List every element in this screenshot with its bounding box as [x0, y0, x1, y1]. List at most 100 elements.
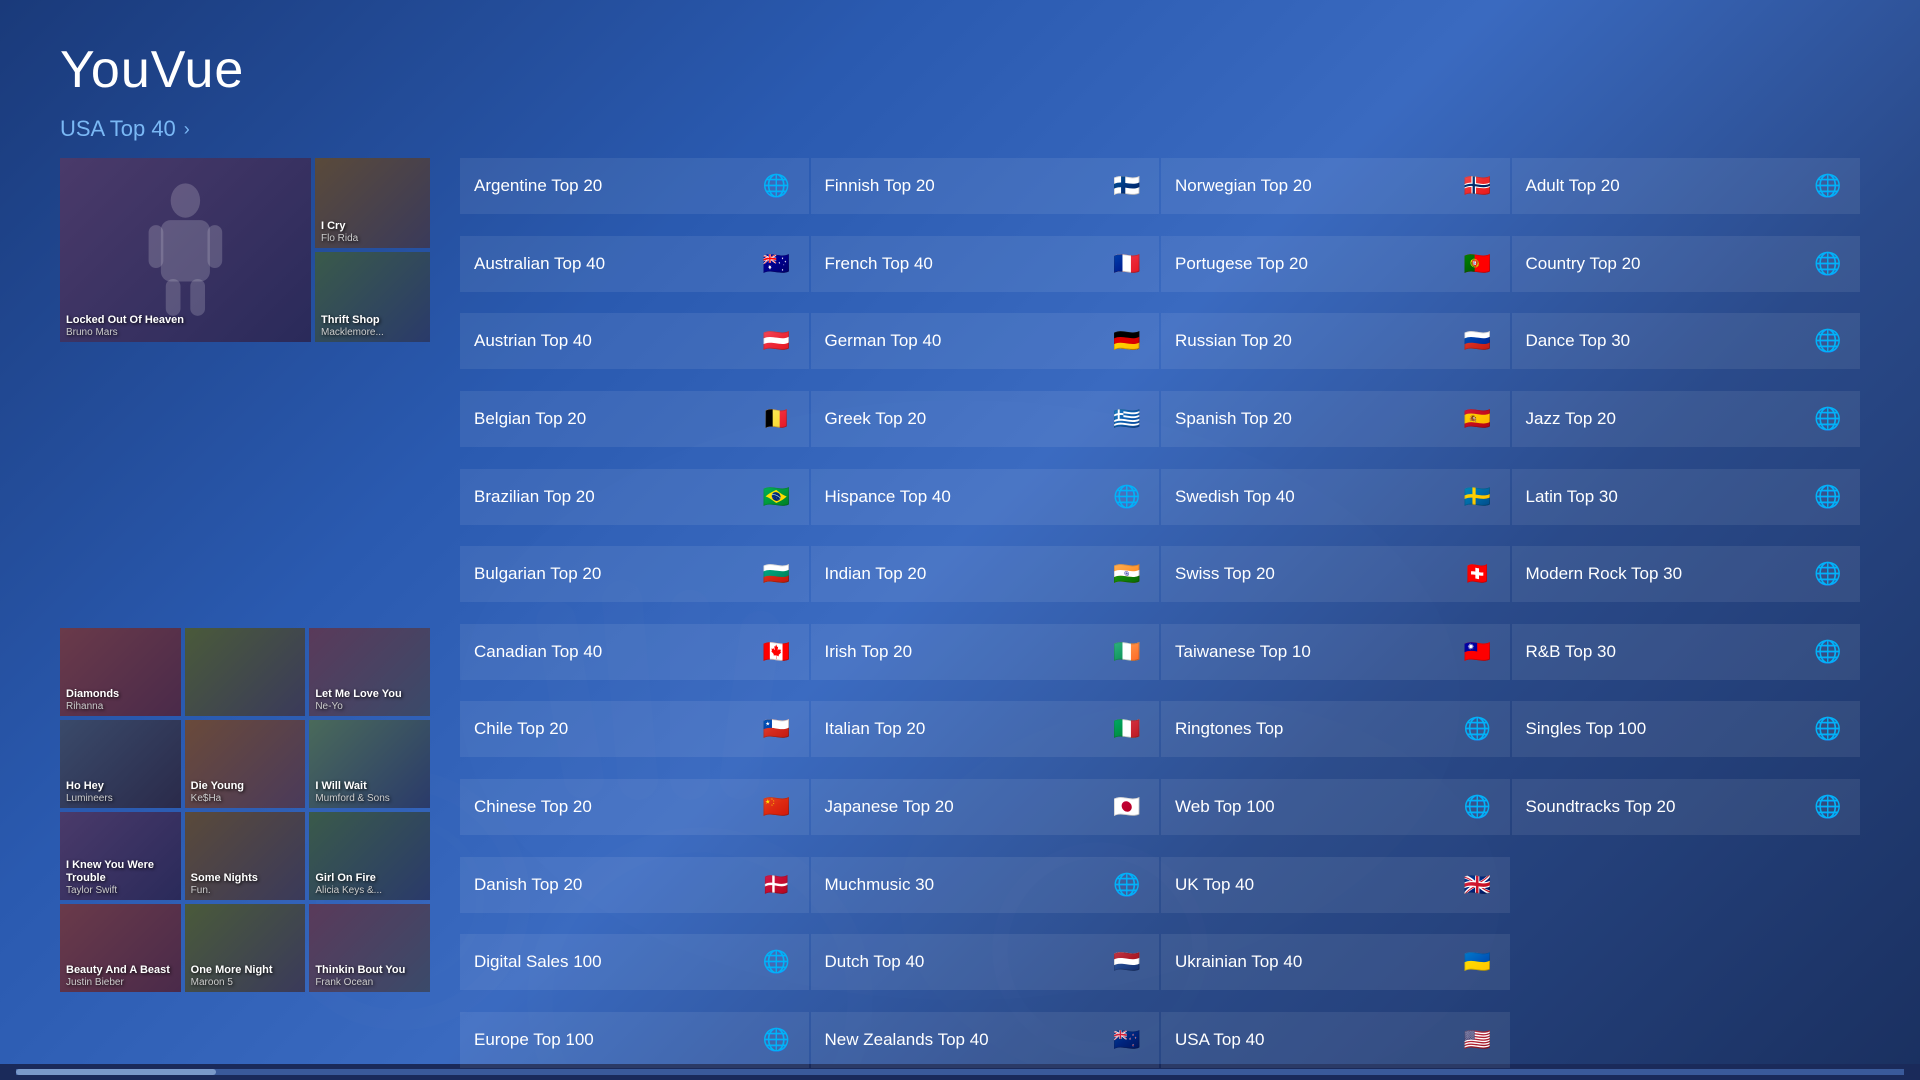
- chart-name: Europe Top 100: [474, 1030, 594, 1050]
- thumb-song: Diamonds: [66, 688, 175, 701]
- chart-item[interactable]: Belgian Top 20 🇧🇪: [460, 391, 809, 447]
- chart-item[interactable]: Country Top 20 🌐: [1512, 236, 1861, 292]
- thumbnail-grid: Locked Out Of Heaven Bruno Mars I Cry Fl…: [60, 158, 430, 624]
- thumbnail-item[interactable]: I Knew You Were Trouble Taylor Swift: [60, 812, 181, 900]
- section-header[interactable]: USA Top 40 ›: [60, 116, 1860, 142]
- chart-item[interactable]: Digital Sales 100 🌐: [460, 934, 809, 990]
- thumb-artist: Mumford & Sons: [315, 793, 424, 804]
- chart-name: Norwegian Top 20: [1175, 176, 1312, 196]
- chart-name: Taiwanese Top 10: [1175, 642, 1311, 662]
- thumbnail-item[interactable]: [185, 628, 306, 716]
- chart-item[interactable]: Adult Top 20 🌐: [1512, 158, 1861, 214]
- chart-item[interactable]: Austrian Top 40 🇦🇹: [460, 313, 809, 369]
- chart-name: Web Top 100: [1175, 797, 1275, 817]
- chart-item[interactable]: Spanish Top 20 🇪🇸: [1161, 391, 1510, 447]
- chart-item[interactable]: Europe Top 100 🌐: [460, 1012, 809, 1068]
- chart-item[interactable]: New Zealands Top 40 🇳🇿: [811, 1012, 1160, 1068]
- chart-item[interactable]: Soundtracks Top 20 🌐: [1512, 779, 1861, 835]
- thumbnail-item[interactable]: I Will Wait Mumford & Sons: [309, 720, 430, 808]
- chart-item[interactable]: Portugese Top 20 🇵🇹: [1161, 236, 1510, 292]
- flag-icon: 🇮🇹: [1109, 711, 1145, 747]
- flag-icon: 🌐: [759, 1022, 795, 1058]
- chart-name: Digital Sales 100: [474, 952, 602, 972]
- chart-item[interactable]: Danish Top 20 🇩🇰: [460, 857, 809, 913]
- chart-name: Jazz Top 20: [1526, 409, 1616, 429]
- chart-name: Japanese Top 20: [825, 797, 954, 817]
- thumbnail-item[interactable]: Locked Out Of Heaven Bruno Mars: [60, 158, 311, 342]
- chart-item[interactable]: Singles Top 100 🌐: [1512, 701, 1861, 757]
- section-title[interactable]: USA Top 40: [60, 116, 176, 142]
- thumbnail-item[interactable]: I Cry Flo Rida: [315, 158, 430, 248]
- chart-item[interactable]: Ringtones Top 🌐: [1161, 701, 1510, 757]
- chart-name: Swedish Top 40: [1175, 487, 1295, 507]
- chart-name: Greek Top 20: [825, 409, 927, 429]
- chart-item[interactable]: Hispance Top 40 🌐: [811, 469, 1160, 525]
- chart-item[interactable]: Irish Top 20 🇮🇪: [811, 624, 1160, 680]
- thumb-artist: Flo Rida: [321, 233, 424, 244]
- flag-icon: 🇮🇳: [1109, 556, 1145, 592]
- chart-item[interactable]: Taiwanese Top 10 🇹🇼: [1161, 624, 1510, 680]
- chart-item[interactable]: Swedish Top 40 🇸🇪: [1161, 469, 1510, 525]
- thumb-artist: Justin Bieber: [66, 977, 175, 988]
- thumbnail-item[interactable]: Thinkin Bout You Frank Ocean: [309, 904, 430, 992]
- chart-item[interactable]: Jazz Top 20 🌐: [1512, 391, 1861, 447]
- chart-item[interactable]: Ukrainian Top 40 🇺🇦: [1161, 934, 1510, 990]
- chart-item[interactable]: R&B Top 30 🌐: [1512, 624, 1861, 680]
- chart-item[interactable]: Australian Top 40 🇦🇺: [460, 236, 809, 292]
- flag-icon: 🌐: [1810, 401, 1846, 437]
- chart-item[interactable]: Swiss Top 20 🇨🇭: [1161, 546, 1510, 602]
- chart-item[interactable]: Dance Top 30 🌐: [1512, 313, 1861, 369]
- thumbnail-item[interactable]: Beauty And A Beast Justin Bieber: [60, 904, 181, 992]
- chart-item[interactable]: Modern Rock Top 30 🌐: [1512, 546, 1861, 602]
- chart-item[interactable]: Indian Top 20 🇮🇳: [811, 546, 1160, 602]
- thumbnail-item[interactable]: Let Me Love You Ne-Yo: [309, 628, 430, 716]
- thumb-label: Diamonds Rihanna: [66, 688, 175, 712]
- chart-item[interactable]: Argentine Top 20 🌐: [460, 158, 809, 214]
- chart-item[interactable]: USA Top 40 🇺🇸: [1161, 1012, 1510, 1068]
- flag-icon: 🇨🇳: [759, 789, 795, 825]
- flag-icon: 🌐: [1109, 867, 1145, 903]
- chart-item[interactable]: Bulgarian Top 20 🇧🇬: [460, 546, 809, 602]
- thumbnail-item[interactable]: Girl On Fire Alicia Keys &...: [309, 812, 430, 900]
- chart-item[interactable]: Finnish Top 20 🇫🇮: [811, 158, 1160, 214]
- thumbnail-item[interactable]: Diamonds Rihanna: [60, 628, 181, 716]
- chart-name: Italian Top 20: [825, 719, 926, 739]
- chart-name: Ringtones Top: [1175, 719, 1283, 739]
- chart-item[interactable]: Web Top 100 🌐: [1161, 779, 1510, 835]
- chart-item[interactable]: Japanese Top 20 🇯🇵: [811, 779, 1160, 835]
- chart-item[interactable]: Canadian Top 40 🇨🇦: [460, 624, 809, 680]
- flag-icon: 🇹🇼: [1460, 634, 1496, 670]
- flag-icon: 🇵🇹: [1460, 246, 1496, 282]
- thumbnail-item[interactable]: Ho Hey Lumineers: [60, 720, 181, 808]
- chart-item[interactable]: Italian Top 20 🇮🇹: [811, 701, 1160, 757]
- chart-name: Singles Top 100: [1526, 719, 1647, 739]
- thumbnail-item[interactable]: One More Night Maroon 5: [185, 904, 306, 992]
- thumb-label: I Cry Flo Rida: [321, 220, 424, 244]
- flag-icon: 🇬🇷: [1109, 401, 1145, 437]
- chart-item[interactable]: Chinese Top 20 🇨🇳: [460, 779, 809, 835]
- chart-item[interactable]: French Top 40 🇫🇷: [811, 236, 1160, 292]
- flag-icon: 🌐: [1810, 789, 1846, 825]
- chart-item[interactable]: Muchmusic 30 🌐: [811, 857, 1160, 913]
- flag-icon: 🇫🇷: [1109, 246, 1145, 282]
- chart-item[interactable]: Brazilian Top 20 🇧🇷: [460, 469, 809, 525]
- thumb-artist: Taylor Swift: [66, 885, 175, 896]
- thumbnail-item[interactable]: Thrift Shop Macklemore...: [315, 252, 430, 342]
- chart-name: Argentine Top 20: [474, 176, 602, 196]
- chart-item[interactable]: Latin Top 30 🌐: [1512, 469, 1861, 525]
- chart-item: [1512, 934, 1861, 990]
- chart-item[interactable]: UK Top 40 🇬🇧: [1161, 857, 1510, 913]
- chart-item[interactable]: Chile Top 20 🇨🇱: [460, 701, 809, 757]
- chart-item[interactable]: German Top 40 🇩🇪: [811, 313, 1160, 369]
- chart-item[interactable]: Russian Top 20 🇷🇺: [1161, 313, 1510, 369]
- chart-name: Irish Top 20: [825, 642, 913, 662]
- chart-item[interactable]: Dutch Top 40 🇳🇱: [811, 934, 1160, 990]
- chart-item[interactable]: Greek Top 20 🇬🇷: [811, 391, 1160, 447]
- flag-icon: 🇦🇹: [759, 323, 795, 359]
- charts-panel: Argentine Top 20 🌐 Finnish Top 20 🇫🇮 Nor…: [460, 158, 1860, 1068]
- chart-item[interactable]: Norwegian Top 20 🇳🇴: [1161, 158, 1510, 214]
- thumb-label: Beauty And A Beast Justin Bieber: [66, 964, 175, 988]
- flag-icon: 🇳🇴: [1460, 168, 1496, 204]
- thumbnail-item[interactable]: Die Young Ke$Ha: [185, 720, 306, 808]
- thumbnail-item[interactable]: Some Nights Fun.: [185, 812, 306, 900]
